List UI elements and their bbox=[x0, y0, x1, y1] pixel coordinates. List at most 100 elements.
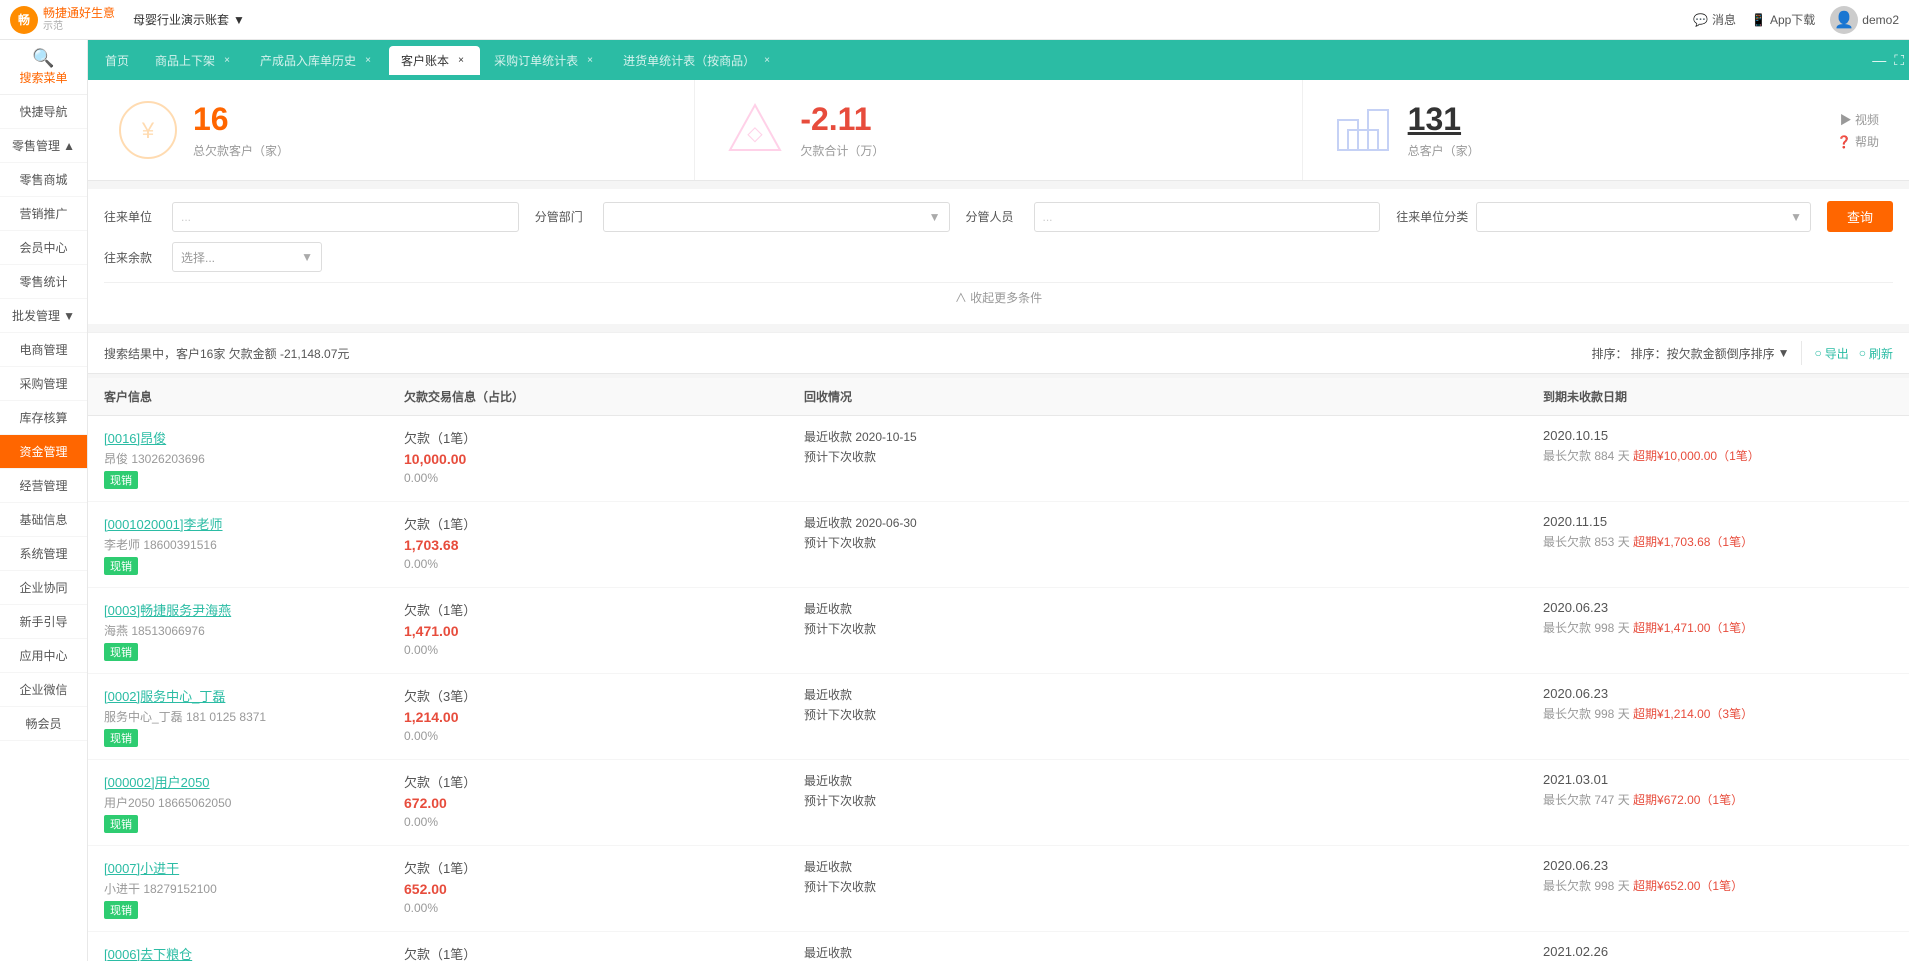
next-collection-4: 预计下次收款 bbox=[804, 792, 876, 809]
debt-percent-1: 0.00% bbox=[404, 557, 804, 571]
video-btn[interactable]: ▶ 视频 bbox=[1840, 111, 1879, 128]
sidebar-item-enterprise[interactable]: 企业协同 bbox=[0, 571, 87, 605]
stats-row: ¥ 16 总欠款客户（家） ◇ -2.11 欠款合计（万） bbox=[88, 80, 1909, 181]
tab-home[interactable]: 首页 bbox=[93, 46, 141, 75]
message-btn[interactable]: 💬 消息 bbox=[1693, 11, 1736, 28]
export-btn[interactable]: ○ 导出 bbox=[1814, 345, 1848, 362]
collapse-filter-btn[interactable]: ∧ 收起更多条件 bbox=[104, 282, 1893, 312]
overdue-days-4: 最长欠款 747 天 bbox=[1543, 793, 1630, 807]
overdue-link-2[interactable]: 超期¥1,471.00（1笔） bbox=[1633, 621, 1753, 635]
total-customers-icon bbox=[1333, 100, 1393, 160]
debt-amount-4[interactable]: 672.00 bbox=[404, 795, 804, 811]
customer-badge-1: 现销 bbox=[104, 557, 138, 575]
tab-maximize-btn[interactable]: ⛶ bbox=[1894, 52, 1904, 69]
sidebar-search[interactable]: 🔍 搜索菜单 bbox=[0, 40, 87, 95]
svg-text:◇: ◇ bbox=[748, 123, 764, 145]
overdue-link-4[interactable]: 超期¥672.00（1笔） bbox=[1633, 793, 1743, 807]
due-date-0: 2020.10.15 bbox=[1543, 428, 1893, 443]
customer-input[interactable]: ... bbox=[172, 202, 519, 232]
sidebar-item-operations[interactable]: 经营管理 bbox=[0, 469, 87, 503]
customer-name-3[interactable]: [0002]服务中心_丁磊 bbox=[104, 686, 404, 705]
customer-contact-5: 小进干 18279152100 bbox=[104, 880, 404, 897]
sidebar-quick-nav[interactable]: 快捷导航 bbox=[0, 95, 87, 129]
tab-close-customer-ledger[interactable]: × bbox=[454, 53, 468, 67]
sidebar-item-member2[interactable]: 畅会员 bbox=[0, 707, 87, 741]
sidebar-item-retail-stats[interactable]: 零售统计 bbox=[0, 265, 87, 299]
tab-minimize-btn[interactable]: — bbox=[1872, 52, 1886, 68]
debt-amount-0[interactable]: 10,000.00 bbox=[404, 451, 804, 467]
sidebar-item-wechat[interactable]: 企业微信 bbox=[0, 673, 87, 707]
tab-goods-stats[interactable]: 进货单统计表（按商品） × bbox=[611, 46, 786, 75]
tab-close-purchase-stats[interactable]: × bbox=[583, 53, 597, 67]
sidebar-item-retail-mgmt[interactable]: 零售管理 ▲ bbox=[0, 129, 87, 163]
header-collection: 回收情况 bbox=[804, 388, 1543, 405]
debt-percent-5: 0.00% bbox=[404, 901, 804, 915]
customer-name-1[interactable]: [0001020001]李老师 bbox=[104, 514, 404, 533]
overdue-link-0[interactable]: 超期¥10,000.00（1笔） bbox=[1633, 449, 1760, 463]
tab-product-listing[interactable]: 商品上下架 × bbox=[143, 46, 246, 75]
tab-close-goods-stats[interactable]: × bbox=[760, 53, 774, 67]
debt-amount-1[interactable]: 1,703.68 bbox=[404, 537, 804, 553]
tab-close-product-listing[interactable]: × bbox=[220, 53, 234, 67]
stat-card-debt-total: ◇ -2.11 欠款合计（万） bbox=[695, 80, 1302, 180]
customer-contact-0: 昂俊 13026203696 bbox=[104, 450, 404, 467]
manager-input[interactable]: ... bbox=[1034, 202, 1381, 232]
overdue-link-5[interactable]: 超期¥652.00（1笔） bbox=[1633, 879, 1743, 893]
sidebar-item-app-center[interactable]: 应用中心 bbox=[0, 639, 87, 673]
sidebar-item-finance[interactable]: 资金管理 bbox=[0, 435, 87, 469]
table-row: [0007]小进干 小进干 18279152100 现销 欠款（1笔） 652.… bbox=[88, 846, 1909, 932]
help-btn[interactable]: ❓ 帮助 bbox=[1837, 133, 1879, 150]
tab-customer-ledger[interactable]: 客户账本 × bbox=[389, 46, 480, 75]
debt-amount-3[interactable]: 1,214.00 bbox=[404, 709, 804, 725]
app-download-btn[interactable]: 📱 App下载 bbox=[1751, 11, 1815, 28]
customer-name-6[interactable]: [0006]去下粮仓 bbox=[104, 944, 404, 961]
customer-name-5[interactable]: [0007]小进干 bbox=[104, 858, 404, 877]
sidebar-item-marketing[interactable]: 营销推广 bbox=[0, 197, 87, 231]
tab-purchase-stats[interactable]: 采购订单统计表 × bbox=[482, 46, 609, 75]
dept-select[interactable]: ▼ bbox=[603, 202, 950, 232]
overdue-days-3: 最长欠款 998 天 bbox=[1543, 707, 1630, 721]
tab-finished-goods[interactable]: 产成品入库单历史 × bbox=[248, 46, 387, 75]
sort-btn[interactable]: 排序： 排序：按欠款金额倒序排序 ▼ bbox=[1592, 345, 1790, 362]
refresh-btn[interactable]: ○ 刷新 bbox=[1859, 345, 1893, 362]
user-avatar[interactable]: 👤 demo2 bbox=[1830, 6, 1899, 34]
overdue-link-3[interactable]: 超期¥1,214.00（3笔） bbox=[1633, 707, 1753, 721]
debt-amount-2[interactable]: 1,471.00 bbox=[404, 623, 804, 639]
overdue-days-2: 最长欠款 998 天 bbox=[1543, 621, 1630, 635]
debt-customers-icon: ¥ bbox=[118, 100, 178, 160]
sidebar-item-member[interactable]: 会员中心 bbox=[0, 231, 87, 265]
sidebar-item-inventory[interactable]: 库存核算 bbox=[0, 401, 87, 435]
overdue-link-1[interactable]: 超期¥1,703.68（1笔） bbox=[1633, 535, 1753, 549]
filter-customer: 往来单位 ... bbox=[104, 202, 519, 232]
search-button[interactable]: 查询 bbox=[1827, 201, 1893, 232]
overdue-days-0: 最长欠款 884 天 bbox=[1543, 449, 1630, 463]
sidebar-item-ecommerce[interactable]: 电商管理 bbox=[0, 333, 87, 367]
sidebar-item-retail-mall[interactable]: 零售商城 bbox=[0, 163, 87, 197]
debt-count-5: 欠款（1笔） bbox=[404, 858, 804, 877]
sidebar-item-purchase[interactable]: 采购管理 bbox=[0, 367, 87, 401]
next-collection-0: 预计下次收款 bbox=[804, 448, 876, 465]
store-selector[interactable]: 母婴行业演示账套 ▼ bbox=[125, 11, 253, 28]
tab-close-finished-goods[interactable]: × bbox=[361, 53, 375, 67]
table-row: [000002]用户2050 用户2050 18665062050 现销 欠款（… bbox=[88, 760, 1909, 846]
stat-actions: ▶ 视频 ❓ 帮助 bbox=[1837, 111, 1879, 150]
total-customers-value: 131 bbox=[1408, 101, 1480, 138]
debt-amount-5[interactable]: 652.00 bbox=[404, 881, 804, 897]
due-date-6: 2021.02.26 bbox=[1543, 944, 1893, 959]
balance-select[interactable]: 选择... ▼ bbox=[172, 242, 322, 272]
customer-name-2[interactable]: [0003]畅捷服务尹海燕 bbox=[104, 600, 404, 619]
category-select[interactable]: ▼ bbox=[1476, 202, 1811, 232]
sidebar-item-newbie[interactable]: 新手引导 bbox=[0, 605, 87, 639]
customer-name-0[interactable]: [0016]昂俊 bbox=[104, 428, 404, 447]
sidebar-item-basic-info[interactable]: 基础信息 bbox=[0, 503, 87, 537]
customer-name-4[interactable]: [000002]用户2050 bbox=[104, 772, 404, 791]
debt-percent-0: 0.00% bbox=[404, 471, 804, 485]
due-date-3: 2020.06.23 bbox=[1543, 686, 1893, 701]
sidebar-item-system[interactable]: 系统管理 bbox=[0, 537, 87, 571]
sidebar-item-wholesale-mgmt[interactable]: 批发管理 ▼ bbox=[0, 299, 87, 333]
due-date-5: 2020.06.23 bbox=[1543, 858, 1893, 873]
customer-contact-4: 用户2050 18665062050 bbox=[104, 794, 404, 811]
debt-customers-label: 总欠款客户（家） bbox=[193, 142, 289, 159]
debt-total-value: -2.11 bbox=[800, 101, 884, 138]
overdue-days-5: 最长欠款 998 天 bbox=[1543, 879, 1630, 893]
